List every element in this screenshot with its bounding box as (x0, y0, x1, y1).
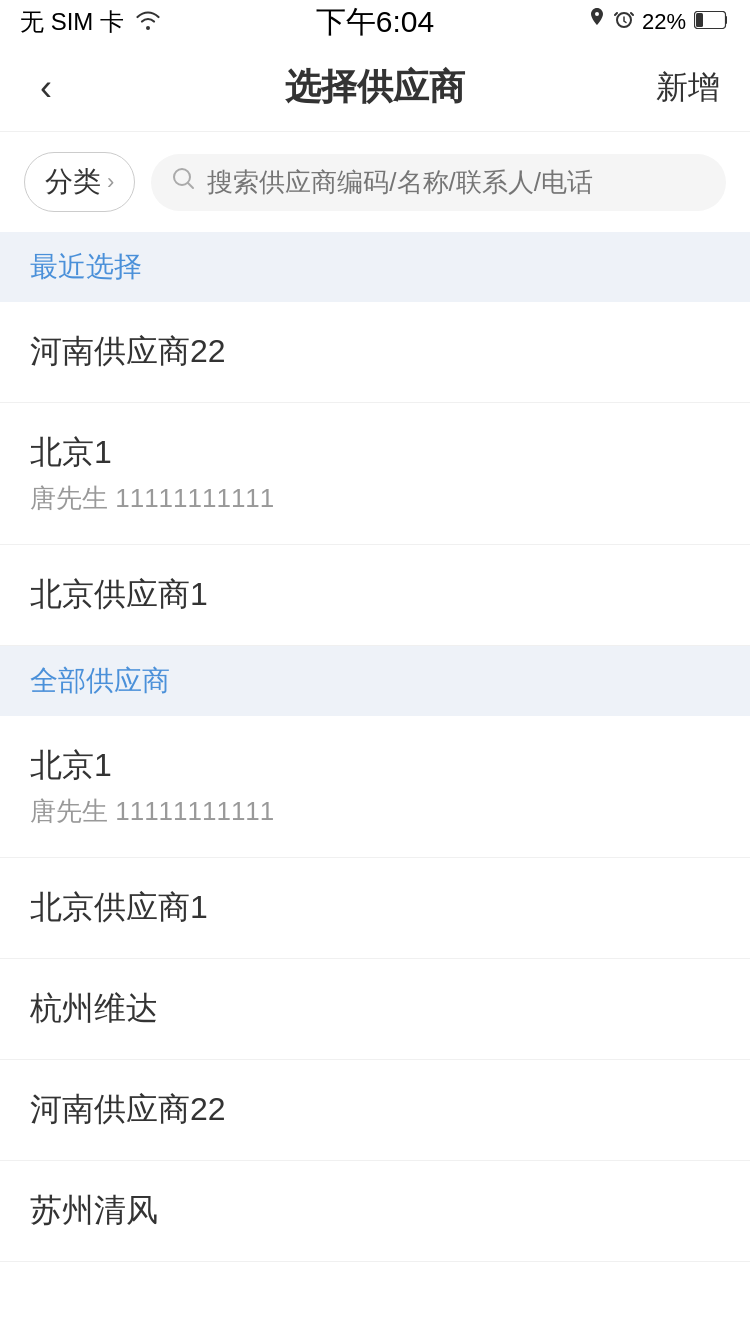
list-item[interactable]: 北京供应商1 (0, 858, 750, 959)
recent-section-label: 最近选择 (30, 251, 142, 282)
all-items-list: 北京1 唐先生 11111111111 北京供应商1 杭州维达 河南供应商22 … (0, 716, 750, 1262)
recent-items-list: 河南供应商22 北京1 唐先生 11111111111 北京供应商1 (0, 302, 750, 646)
search-input[interactable] (207, 167, 706, 198)
item-name: 北京供应商1 (30, 573, 720, 617)
item-name: 北京1 (30, 431, 720, 475)
battery-icon (694, 9, 730, 35)
alarm-icon (614, 9, 634, 35)
search-icon (171, 166, 197, 199)
nav-bar: ‹ 选择供应商 新增 (0, 44, 750, 132)
search-box (151, 154, 726, 211)
item-name: 杭州维达 (30, 987, 720, 1031)
recent-section-header: 最近选择 (0, 232, 750, 302)
list-item[interactable]: 苏州清风 (0, 1161, 750, 1262)
item-name: 河南供应商22 (30, 330, 720, 374)
item-name: 北京1 (30, 744, 720, 788)
chevron-right-icon: › (107, 169, 114, 195)
carrier-text: 无 SIM 卡 (20, 6, 124, 38)
location-icon (588, 8, 606, 36)
category-button[interactable]: 分类 › (24, 152, 135, 212)
status-right: 22% (588, 8, 730, 36)
category-label: 分类 (45, 163, 101, 201)
all-section-label: 全部供应商 (30, 665, 170, 696)
status-bar: 无 SIM 卡 下午6:04 22% (0, 0, 750, 44)
filter-bar: 分类 › (0, 132, 750, 232)
item-sub: 唐先生 11111111111 (30, 794, 720, 829)
wifi-icon (134, 8, 162, 36)
item-name: 河南供应商22 (30, 1088, 720, 1132)
status-left: 无 SIM 卡 (20, 6, 162, 38)
status-time: 下午6:04 (316, 2, 434, 43)
page-title: 选择供应商 (285, 63, 465, 112)
list-item[interactable]: 杭州维达 (0, 959, 750, 1060)
battery-text: 22% (642, 9, 686, 35)
new-action-button[interactable]: 新增 (656, 66, 720, 110)
item-name: 苏州清风 (30, 1189, 720, 1233)
list-item[interactable]: 北京1 唐先生 11111111111 (0, 716, 750, 858)
list-item[interactable]: 河南供应商22 (0, 302, 750, 403)
all-section-header: 全部供应商 (0, 646, 750, 716)
list-item[interactable]: 北京供应商1 (0, 545, 750, 646)
back-button[interactable]: ‹ (30, 57, 62, 119)
list-item[interactable]: 北京1 唐先生 11111111111 (0, 403, 750, 545)
item-sub: 唐先生 11111111111 (30, 481, 720, 516)
list-item[interactable]: 河南供应商22 (0, 1060, 750, 1161)
item-name: 北京供应商1 (30, 886, 720, 930)
svg-rect-2 (696, 13, 703, 27)
